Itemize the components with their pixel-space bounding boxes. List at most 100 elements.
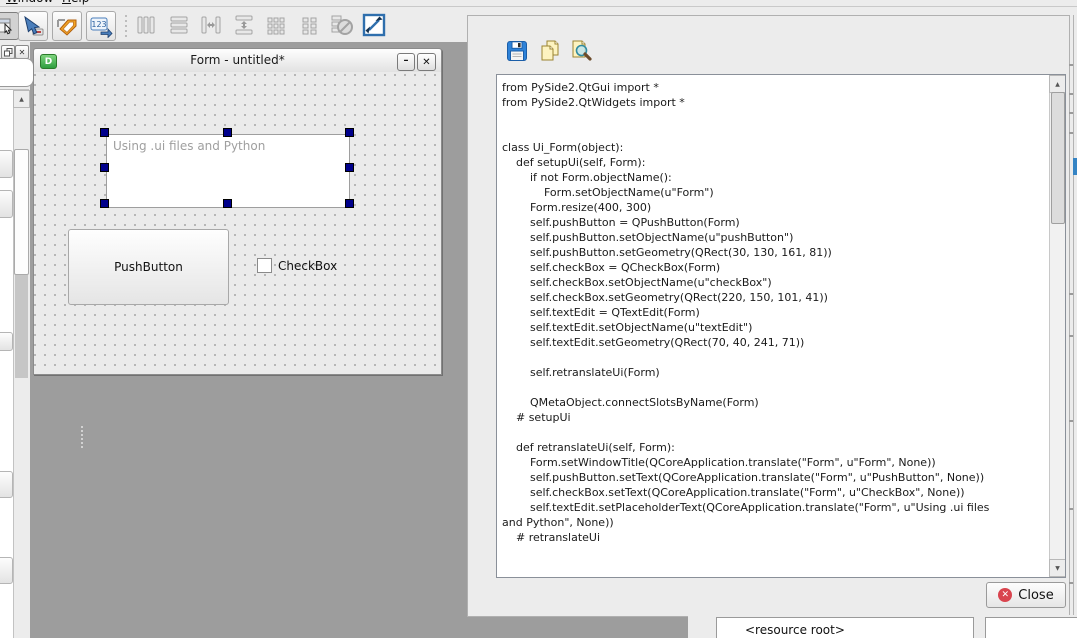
- code-line: self.checkBox = QCheckBox(Form): [502, 260, 989, 275]
- menu-help[interactable]: Help: [62, 0, 89, 5]
- resource-root-item[interactable]: <resource root>: [745, 623, 845, 637]
- form-minimize-button[interactable]: –: [397, 53, 415, 71]
- resource-preview-panel[interactable]: [985, 617, 1077, 638]
- code-editor[interactable]: from PySide2.QtGui import *from PySide2.…: [496, 74, 1066, 578]
- checkbox-indicator[interactable]: [257, 258, 272, 273]
- code-line: # setupUi: [502, 410, 989, 425]
- right-panel-fragment: [1069, 335, 1073, 337]
- widget-list-item[interactable]: [0, 190, 13, 218]
- right-panel-fragment: [1069, 112, 1073, 114]
- layout-grid-icon: [264, 13, 288, 37]
- selection-handle-top-right[interactable]: [345, 128, 354, 137]
- edit-signals-slots-icon: [21, 14, 45, 38]
- selection-handle-middle-left[interactable]: [100, 163, 109, 172]
- code-line: self.pushButton.setText(QCoreApplication…: [502, 470, 989, 485]
- selection-handle-bottom-left[interactable]: [100, 199, 109, 208]
- close-icon: ✕: [422, 57, 430, 68]
- resource-browser-dock: <resource root>: [688, 615, 1077, 638]
- scrollbar-thumb[interactable]: [14, 149, 29, 275]
- layout-grid-button[interactable]: [262, 11, 290, 39]
- widget-list-scrollbar[interactable]: ▲: [13, 89, 29, 638]
- selection-handle-top-center[interactable]: [223, 128, 232, 137]
- edit-widgets-button[interactable]: [0, 12, 19, 40]
- right-panel-edge: [1073, 15, 1074, 615]
- edit-tab-order-button[interactable]: 123: [86, 11, 116, 41]
- layout-horizontally-button[interactable]: [132, 11, 160, 39]
- save-button[interactable]: [504, 38, 530, 64]
- edit-signals-slots-button[interactable]: [18, 11, 48, 41]
- widget-list-item[interactable]: [0, 332, 13, 351]
- layout-vertically-icon: [167, 13, 191, 37]
- widget-list-item[interactable]: [0, 557, 13, 584]
- scrollbar-track-shaded: [15, 275, 28, 378]
- selection-handle-middle-right[interactable]: [345, 163, 354, 172]
- code-line: [502, 425, 989, 440]
- code-line: self.pushButton = QPushButton(Form): [502, 215, 989, 230]
- edit-tab-order-icon: 123: [89, 14, 113, 38]
- code-line: self.textEdit.setPlaceholderText(QCoreAp…: [502, 500, 989, 515]
- dock-float-button[interactable]: [1, 45, 15, 59]
- form-close-button[interactable]: ✕: [417, 53, 436, 71]
- layout-vertically-button[interactable]: [165, 11, 193, 39]
- selection-handle-top-left[interactable]: [100, 128, 109, 137]
- code-text: from PySide2.QtGui import *from PySide2.…: [502, 80, 989, 545]
- checkbox-label: CheckBox: [278, 259, 337, 273]
- layout-vertical-splitter-button[interactable]: [230, 11, 258, 39]
- widget-list-item[interactable]: [0, 471, 13, 498]
- edit-buddies-button[interactable]: [52, 11, 82, 41]
- close-button[interactable]: ✕ Close: [986, 582, 1066, 608]
- right-panel-fragment: [1069, 293, 1073, 295]
- selection-handle-bottom-right[interactable]: [345, 199, 354, 208]
- scroll-down-button[interactable]: ▼: [1049, 559, 1066, 577]
- svg-text:123: 123: [91, 20, 106, 29]
- code-line: [502, 380, 989, 395]
- save-icon: [506, 40, 528, 62]
- edit-buddies-icon: [55, 14, 79, 38]
- right-panel-fragment: [1069, 93, 1073, 95]
- code-line: self.checkBox.setObjectName(u"checkBox"): [502, 275, 989, 290]
- widget-filter-input[interactable]: [0, 58, 34, 87]
- code-line: class Ui_Form(object):: [502, 140, 989, 155]
- textedit-placeholder: Using .ui files and Python: [113, 139, 265, 153]
- copy-button[interactable]: [537, 38, 563, 64]
- find-icon: [569, 39, 593, 63]
- designer-form-window: D Form - untitled* – ✕ Using .ui files a…: [33, 48, 442, 375]
- form-canvas[interactable]: Using .ui files and Python PushButton Ch…: [34, 72, 441, 373]
- close-button-label: Close: [1018, 588, 1053, 603]
- code-line: Form.setObjectName(u"Form"): [502, 185, 989, 200]
- code-line: Form.setWindowTitle(QCoreApplication.tra…: [502, 455, 989, 470]
- menu-window[interactable]: Window: [6, 0, 53, 5]
- right-panel-fragment: [1069, 508, 1073, 510]
- layout-horizontal-splitter-button[interactable]: [197, 11, 225, 39]
- menubar: Window Help: [0, 0, 1077, 7]
- pushbutton-widget[interactable]: PushButton: [68, 229, 229, 305]
- find-button[interactable]: [568, 38, 594, 64]
- form-window-titlebar[interactable]: D Form - untitled* – ✕: [34, 49, 441, 73]
- scroll-up-button[interactable]: ▲: [1049, 75, 1066, 93]
- selection-handle-bottom-center[interactable]: [223, 199, 232, 208]
- adjust-size-button[interactable]: [360, 11, 388, 39]
- edit-widgets-icon: [0, 16, 15, 36]
- toolbar-separator: [125, 15, 127, 37]
- code-line: self.textEdit.setObjectName(u"textEdit"): [502, 320, 989, 335]
- resource-tree-panel[interactable]: <resource root>: [716, 617, 974, 638]
- splitter-handle-dots[interactable]: [81, 426, 83, 448]
- checkbox-widget[interactable]: CheckBox: [257, 258, 337, 273]
- code-line: [502, 110, 989, 125]
- break-layout-button[interactable]: [328, 11, 356, 39]
- textedit-widget[interactable]: Using .ui files and Python: [106, 134, 350, 208]
- copy-icon: [538, 39, 562, 63]
- code-scrollbar[interactable]: ▲ ▼: [1049, 75, 1065, 577]
- code-line: self.textEdit = QTextEdit(Form): [502, 305, 989, 320]
- widget-list-item[interactable]: [0, 150, 13, 178]
- layout-horizontal-splitter-icon: [199, 13, 223, 37]
- code-line: and Python", None)): [502, 515, 989, 530]
- layout-vertical-splitter-icon: [232, 13, 256, 37]
- scroll-up-button[interactable]: ▲: [13, 90, 30, 108]
- form-window-title: Form - untitled*: [34, 53, 441, 67]
- code-line: if not Form.objectName():: [502, 170, 989, 185]
- layout-form-button[interactable]: [296, 11, 324, 39]
- scrollbar-thumb[interactable]: [1051, 92, 1065, 224]
- right-panel-selection-fragment: [1073, 158, 1077, 175]
- dock-close-button[interactable]: ✕: [15, 45, 29, 59]
